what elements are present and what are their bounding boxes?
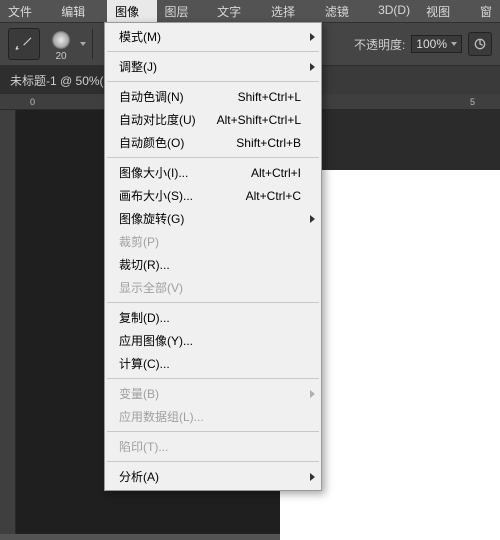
menu-item-label: 图像大小(I)... [119, 164, 188, 181]
menu-separator [107, 51, 319, 52]
menu-separator [107, 431, 319, 432]
pen-pressure-icon [472, 36, 488, 52]
menu-item-label: 自动颜色(O) [119, 134, 184, 151]
menu-item: 应用数据组(L)... [105, 405, 321, 428]
menu-separator [107, 461, 319, 462]
menu-item[interactable]: 计算(C)... [105, 352, 321, 375]
submenu-arrow-icon [310, 33, 315, 41]
submenu-arrow-icon [310, 63, 315, 71]
menu-item[interactable]: 画布大小(S)... Alt+Ctrl+C [105, 184, 321, 207]
menu-item[interactable]: 应用图像(Y)... [105, 329, 321, 352]
menu-item[interactable]: 图像大小(I)... Alt+Ctrl+I [105, 161, 321, 184]
menu-item[interactable]: 调整(J) [105, 55, 321, 78]
menu-item-label: 应用数据组(L)... [119, 408, 204, 425]
menu-item-shortcut: Alt+Shift+Ctrl+L [217, 113, 301, 127]
separator [92, 29, 93, 59]
brush-size-value: 20 [55, 51, 66, 62]
menu-item-label: 裁剪(P) [119, 233, 159, 250]
submenu-arrow-icon [310, 215, 315, 223]
menu-item-label: 调整(J) [119, 58, 157, 75]
menu-separator [107, 378, 319, 379]
menu-item-shortcut: Shift+Ctrl+L [238, 90, 301, 104]
menu-item-label: 应用图像(Y)... [119, 332, 193, 349]
opacity-label: 不透明度: [354, 36, 405, 53]
menu-item[interactable]: 3D(D) [370, 0, 418, 22]
menu-item-shortcut: Shift+Ctrl+B [236, 136, 301, 150]
chevron-down-icon [451, 42, 457, 46]
menu-separator [107, 81, 319, 82]
menu-item-label: 分析(A) [119, 468, 159, 485]
chevron-down-icon[interactable] [80, 42, 86, 46]
menu-item-label: 陷印(T)... [119, 438, 168, 455]
menu-item[interactable]: 图像(I) [107, 0, 156, 22]
document-tab-title: 未标题-1 @ 50%( [10, 74, 104, 88]
menu-item[interactable]: 视图(V) [418, 0, 472, 22]
submenu-arrow-icon [310, 473, 315, 481]
menubar: 文件(F)编辑(E)图像(I)图层(L)文字(Y)选择(S)滤镜(T)3D(D)… [0, 0, 500, 22]
image-menu-dropdown: 模式(M) 调整(J) 自动色调(N) Shift+Ctrl+L 自动对比度(U) Alt… [104, 22, 322, 491]
menu-item[interactable]: 模式(M) [105, 25, 321, 48]
menu-item[interactable]: 图像旋转(G) [105, 207, 321, 230]
menu-item[interactable]: 自动颜色(O) Shift+Ctrl+B [105, 131, 321, 154]
brush-preview[interactable]: 20 [48, 27, 74, 62]
menu-item: 裁剪(P) [105, 230, 321, 253]
ruler-tick: 0 [30, 97, 35, 107]
brush-softness-icon [48, 27, 74, 53]
menu-item[interactable]: 自动色调(N) Shift+Ctrl+L [105, 85, 321, 108]
menu-item-label: 画布大小(S)... [119, 187, 193, 204]
pressure-opacity-button[interactable] [468, 32, 492, 56]
submenu-arrow-icon [310, 390, 315, 398]
menu-item[interactable]: 滤镜(T) [317, 0, 370, 22]
menu-item[interactable]: 复制(D)... [105, 306, 321, 329]
menu-separator [107, 302, 319, 303]
opacity-value: 100% [416, 37, 447, 51]
menu-item[interactable]: 分析(A) [105, 465, 321, 488]
tool-preset-button[interactable] [8, 28, 40, 60]
ruler-tick: 5 [470, 97, 475, 107]
menu-item-shortcut: Alt+Ctrl+C [246, 189, 301, 203]
opacity-input[interactable]: 100% [411, 35, 462, 53]
menu-item[interactable]: 裁切(R)... [105, 253, 321, 276]
menu-item-label: 自动色调(N) [119, 88, 184, 105]
menu-separator [107, 157, 319, 158]
menu-item-label: 显示全部(V) [119, 279, 183, 296]
menu-item: 显示全部(V) [105, 276, 321, 299]
menu-item: 变量(B) [105, 382, 321, 405]
menu-item[interactable]: 文件(F) [0, 0, 53, 22]
document-tab[interactable]: 未标题-1 @ 50%( [0, 66, 115, 94]
ruler-vertical[interactable] [0, 110, 16, 534]
menu-item[interactable]: 选择(S) [263, 0, 317, 22]
menu-item-label: 模式(M) [119, 28, 161, 45]
menu-item-label: 复制(D)... [119, 309, 170, 326]
menu-item-label: 裁切(R)... [119, 256, 170, 273]
menu-item: 陷印(T)... [105, 435, 321, 458]
menu-item-label: 图像旋转(G) [119, 210, 184, 227]
menu-item[interactable]: 图层(L) [157, 0, 210, 22]
menu-item[interactable]: 自动对比度(U) Alt+Shift+Ctrl+L [105, 108, 321, 131]
brush-icon [14, 34, 34, 54]
menu-item-shortcut: Alt+Ctrl+I [251, 166, 301, 180]
menu-item[interactable]: 编辑(E) [53, 0, 107, 22]
menu-item-label: 计算(C)... [119, 355, 170, 372]
menu-item[interactable]: 文字(Y) [209, 0, 263, 22]
menu-item-label: 自动对比度(U) [119, 111, 196, 128]
menu-item[interactable]: 窗 [472, 0, 500, 22]
menu-item-label: 变量(B) [119, 385, 159, 402]
